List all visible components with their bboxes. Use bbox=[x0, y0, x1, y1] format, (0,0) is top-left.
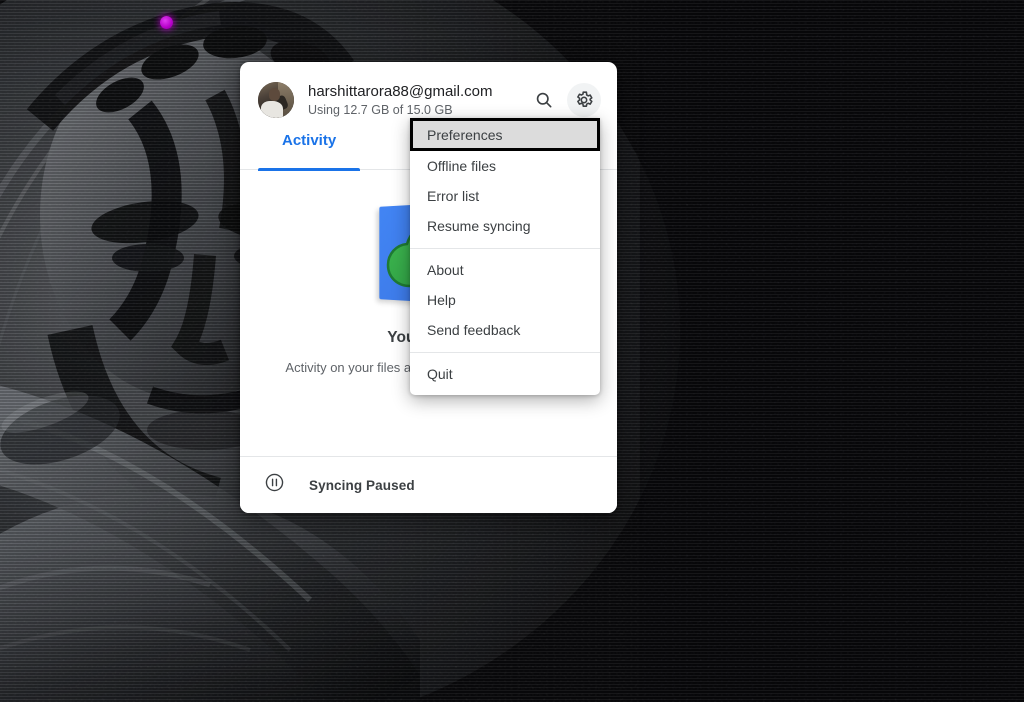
menu-separator-1 bbox=[410, 248, 600, 249]
menu-item-help[interactable]: Help bbox=[410, 285, 600, 315]
menu-separator-2 bbox=[410, 352, 600, 353]
menu-item-help-label: Help bbox=[427, 292, 456, 308]
menu-item-quit-label: Quit bbox=[427, 366, 453, 382]
tab-activity-label: Activity bbox=[282, 132, 337, 149]
menu-item-send-feedback-label: Send feedback bbox=[427, 322, 521, 338]
accent-dot bbox=[160, 16, 173, 29]
sync-status-text: Syncing Paused bbox=[309, 477, 415, 493]
menu-item-preferences[interactable]: Preferences bbox=[410, 118, 600, 151]
menu-item-error-list-label: Error list bbox=[427, 188, 480, 204]
avatar-head bbox=[268, 88, 281, 101]
panel-header: harshittarora88@gmail.com Using 12.7 GB … bbox=[240, 62, 617, 126]
tab-active-underline bbox=[258, 168, 361, 171]
menu-item-send-feedback[interactable]: Send feedback bbox=[410, 315, 600, 345]
pause-circle-icon bbox=[264, 472, 285, 498]
avatar[interactable] bbox=[258, 82, 294, 118]
menu-item-resume-syncing[interactable]: Resume syncing bbox=[410, 211, 600, 241]
header-actions bbox=[527, 83, 601, 117]
menu-item-about[interactable]: About bbox=[410, 255, 600, 285]
menu-item-quit[interactable]: Quit bbox=[410, 359, 600, 389]
menu-item-offline-files[interactable]: Offline files bbox=[410, 151, 600, 181]
panel-footer: Syncing Paused bbox=[240, 456, 617, 513]
settings-context-menu: Preferences Offline files Error list Res… bbox=[410, 118, 600, 395]
menu-item-resume-syncing-label: Resume syncing bbox=[427, 218, 531, 234]
avatar-shirt bbox=[260, 100, 284, 118]
menu-item-about-label: About bbox=[427, 262, 464, 278]
search-icon bbox=[534, 90, 554, 110]
menu-item-preferences-label: Preferences bbox=[427, 126, 503, 143]
settings-button[interactable] bbox=[567, 83, 601, 117]
account-email: harshittarora88@gmail.com bbox=[308, 82, 493, 100]
menu-item-offline-files-label: Offline files bbox=[427, 158, 496, 174]
gear-icon bbox=[574, 90, 594, 110]
search-button[interactable] bbox=[527, 83, 561, 117]
storage-usage-text: Using 12.7 GB of 15.0 GB bbox=[308, 102, 453, 117]
tab-activity[interactable]: Activity bbox=[258, 126, 361, 171]
account-info: harshittarora88@gmail.com Using 12.7 GB … bbox=[308, 82, 523, 119]
menu-item-error-list[interactable]: Error list bbox=[410, 181, 600, 211]
